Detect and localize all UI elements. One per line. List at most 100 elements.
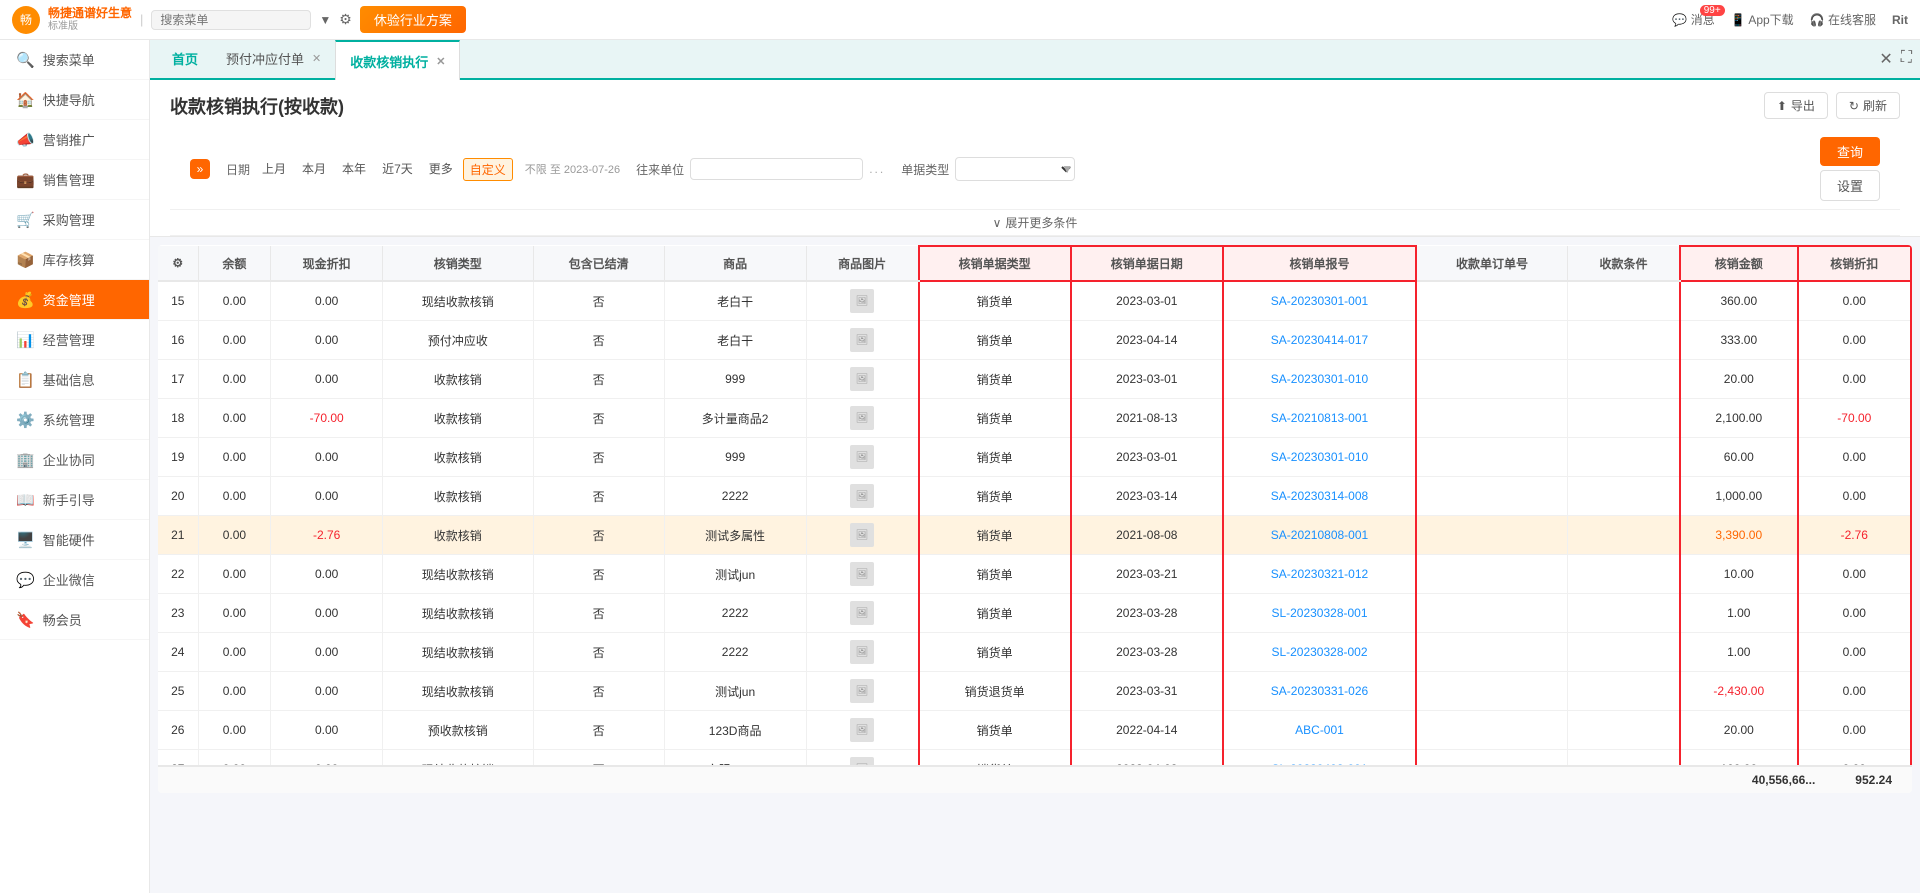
voucher-type-select[interactable]	[955, 157, 1075, 181]
tab-label-home: 首页	[172, 49, 198, 68]
th-settings[interactable]: ⚙	[158, 246, 198, 281]
writeoff-number-link[interactable]: SA-20230314-008	[1271, 489, 1368, 503]
cell-writeoff-amount: 20.00	[1680, 711, 1798, 750]
sidebar-item-basics[interactable]: 📋基础信息	[0, 360, 149, 400]
sidebar-item-search[interactable]: 🔍搜索菜单	[0, 40, 149, 80]
tab-prepay[interactable]: 预付冲应付单✕	[212, 40, 335, 78]
sidebar-item-finance[interactable]: 💰资金管理	[0, 280, 149, 320]
cell-product: 测试jun	[664, 672, 806, 711]
sidebar-item-nav[interactable]: 🏠快捷导航	[0, 80, 149, 120]
refresh-btn[interactable]: ↻ 刷新	[1836, 92, 1900, 119]
search-input[interactable]	[160, 13, 300, 27]
sidebar-item-member[interactable]: 🔖畅会员	[0, 600, 149, 640]
sidebar-item-sales[interactable]: 💼销售管理	[0, 160, 149, 200]
cell-cash-discount: 0.00	[271, 750, 383, 766]
filter-expand-btn[interactable]: »	[190, 159, 210, 179]
cell-writeoff-date: 2022-04-14	[1071, 711, 1223, 750]
sidebar-item-wechat[interactable]: 💬企业微信	[0, 560, 149, 600]
date-options: 上月 本月 本年 近7天 更多 自定义	[256, 158, 513, 181]
cell-writeoff-number: SL-20230328-001	[1223, 594, 1416, 633]
partner-input[interactable]	[690, 158, 863, 180]
dropdown-arrow[interactable]: ▼	[319, 13, 331, 27]
voucher-type-label: 单据类型	[901, 161, 949, 178]
table-row: 22 0.00 0.00 现结收款核销 否 测试jun 🖼 销货单 2023-0…	[158, 555, 1911, 594]
cell-writeoff-type: 现结收款核销	[383, 672, 534, 711]
product-image-cell: 🖼	[806, 281, 919, 321]
table-row: 26 0.00 0.00 预收款核销 否 123D商品 🖼 销货单 2022-0…	[158, 711, 1911, 750]
th-include-settled: 包含已结清	[533, 246, 664, 281]
writeoff-number-link[interactable]: SA-20210813-001	[1271, 411, 1368, 425]
date-opt-custom[interactable]: 自定义	[463, 158, 513, 181]
tab-home[interactable]: 首页	[158, 40, 212, 78]
writeoff-number-link[interactable]: SL-20230328-001	[1271, 606, 1367, 620]
sidebar-item-hardware[interactable]: 🖥️智能硬件	[0, 520, 149, 560]
writeoff-number-link[interactable]: SA-20230321-012	[1271, 567, 1368, 581]
date-opt-7days[interactable]: 近7天	[376, 158, 419, 181]
date-range-text: 不限 至 2023-07-26	[525, 161, 620, 177]
sidebar-item-collab[interactable]: 🏢企业协同	[0, 440, 149, 480]
export-btn[interactable]: ⬆ 导出	[1764, 92, 1828, 119]
cell-cash-discount: 0.00	[271, 360, 383, 399]
date-opt-last-month[interactable]: 上月	[256, 158, 292, 181]
tab-receipts[interactable]: 收款核销执行✕	[335, 40, 460, 80]
cell-receipt-condition	[1567, 516, 1680, 555]
cell-writeoff-voucher-type: 销货单	[919, 711, 1071, 750]
cell-writeoff-amount: 1.00	[1680, 594, 1798, 633]
writeoff-number-link[interactable]: SL-20230408-001	[1271, 762, 1367, 765]
footer-total-discount: 952.24	[1855, 773, 1892, 787]
sidebar-item-purchase[interactable]: 🛒采购管理	[0, 200, 149, 240]
cell-writeoff-voucher-type: 销货单	[919, 594, 1071, 633]
th-receipt-order: 收款单订单号	[1416, 246, 1567, 281]
close-window-icon[interactable]: ✕	[1879, 49, 1892, 69]
product-image-cell: 🖼	[806, 711, 919, 750]
cell-seq: 21	[158, 516, 198, 555]
cell-include-settled: 否	[533, 516, 664, 555]
writeoff-number-link[interactable]: SA-20230301-010	[1271, 372, 1368, 386]
writeoff-number-link[interactable]: ABC-001	[1295, 723, 1344, 737]
settings-icon[interactable]: ⚙	[172, 256, 183, 270]
expand-more-btn[interactable]: ∨ 展开更多条件	[993, 214, 1078, 231]
settings-btn[interactable]: 设置	[1820, 170, 1880, 201]
writeoff-number-link[interactable]: SA-20230301-001	[1271, 294, 1368, 308]
sidebar-item-inventory[interactable]: 📦库存核算	[0, 240, 149, 280]
sidebar-item-operations[interactable]: 📊经营管理	[0, 320, 149, 360]
tab-bar-controls: ✕ ⛶	[1879, 49, 1912, 69]
writeoff-number-link[interactable]: SA-20230414-017	[1271, 333, 1368, 347]
page-title-row: 收款核销执行(按收款) ⬆ 导出 ↻ 刷新	[170, 92, 1900, 119]
tab-close-prepay[interactable]: ✕	[312, 52, 321, 65]
writeoff-number-link[interactable]: SA-20210808-001	[1271, 528, 1368, 542]
cell-writeoff-number: SA-20230301-010	[1223, 360, 1416, 399]
sidebar-item-marketing[interactable]: 📣营销推广	[0, 120, 149, 160]
maximize-icon[interactable]: ⛶	[1901, 49, 1912, 69]
trial-btn[interactable]: 休验行业方案	[360, 6, 466, 33]
query-btn[interactable]: 查询	[1820, 137, 1880, 166]
date-opt-this-year[interactable]: 本年	[336, 158, 372, 181]
cell-receipt-order	[1416, 438, 1567, 477]
message-btn[interactable]: 💬 99+ 消息	[1672, 11, 1714, 28]
cell-balance: 0.00	[198, 633, 271, 672]
cell-writeoff-type: 预付冲应收	[383, 321, 534, 360]
writeoff-number-link[interactable]: SA-20230301-010	[1271, 450, 1368, 464]
date-opt-more[interactable]: 更多	[423, 158, 459, 181]
cell-writeoff-number: SA-20230301-010	[1223, 438, 1416, 477]
app-download-btn[interactable]: 📱 App下载	[1731, 11, 1794, 28]
cell-writeoff-number: SA-20230301-001	[1223, 281, 1416, 321]
cell-balance: 0.00	[198, 711, 271, 750]
writeoff-number-link[interactable]: SA-20230331-026	[1271, 684, 1368, 698]
sidebar-item-guide[interactable]: 📖新手引导	[0, 480, 149, 520]
online-support-btn[interactable]: 🎧 在线客服	[1810, 11, 1876, 28]
sidebar-item-system[interactable]: ⚙️系统管理	[0, 400, 149, 440]
gear-icon[interactable]: ⚙	[339, 11, 352, 28]
cell-receipt-order	[1416, 555, 1567, 594]
cell-receipt-order	[1416, 711, 1567, 750]
cell-balance: 0.00	[198, 555, 271, 594]
cell-writeoff-date: 2023-03-31	[1071, 672, 1223, 711]
cell-writeoff-amount: 1.00	[1680, 633, 1798, 672]
table-wrapper: ⚙ 余额 现金折扣 核销类型 包含已结清 商品 商品图片 核销单据类型 核销单据…	[158, 245, 1912, 765]
writeoff-number-link[interactable]: SL-20230328-002	[1271, 645, 1367, 659]
partner-dots[interactable]: ...	[869, 162, 885, 176]
cell-receipt-order	[1416, 281, 1567, 321]
tab-close-receipts[interactable]: ✕	[436, 55, 445, 68]
cell-writeoff-date: 2023-03-21	[1071, 555, 1223, 594]
date-opt-this-month[interactable]: 本月	[296, 158, 332, 181]
